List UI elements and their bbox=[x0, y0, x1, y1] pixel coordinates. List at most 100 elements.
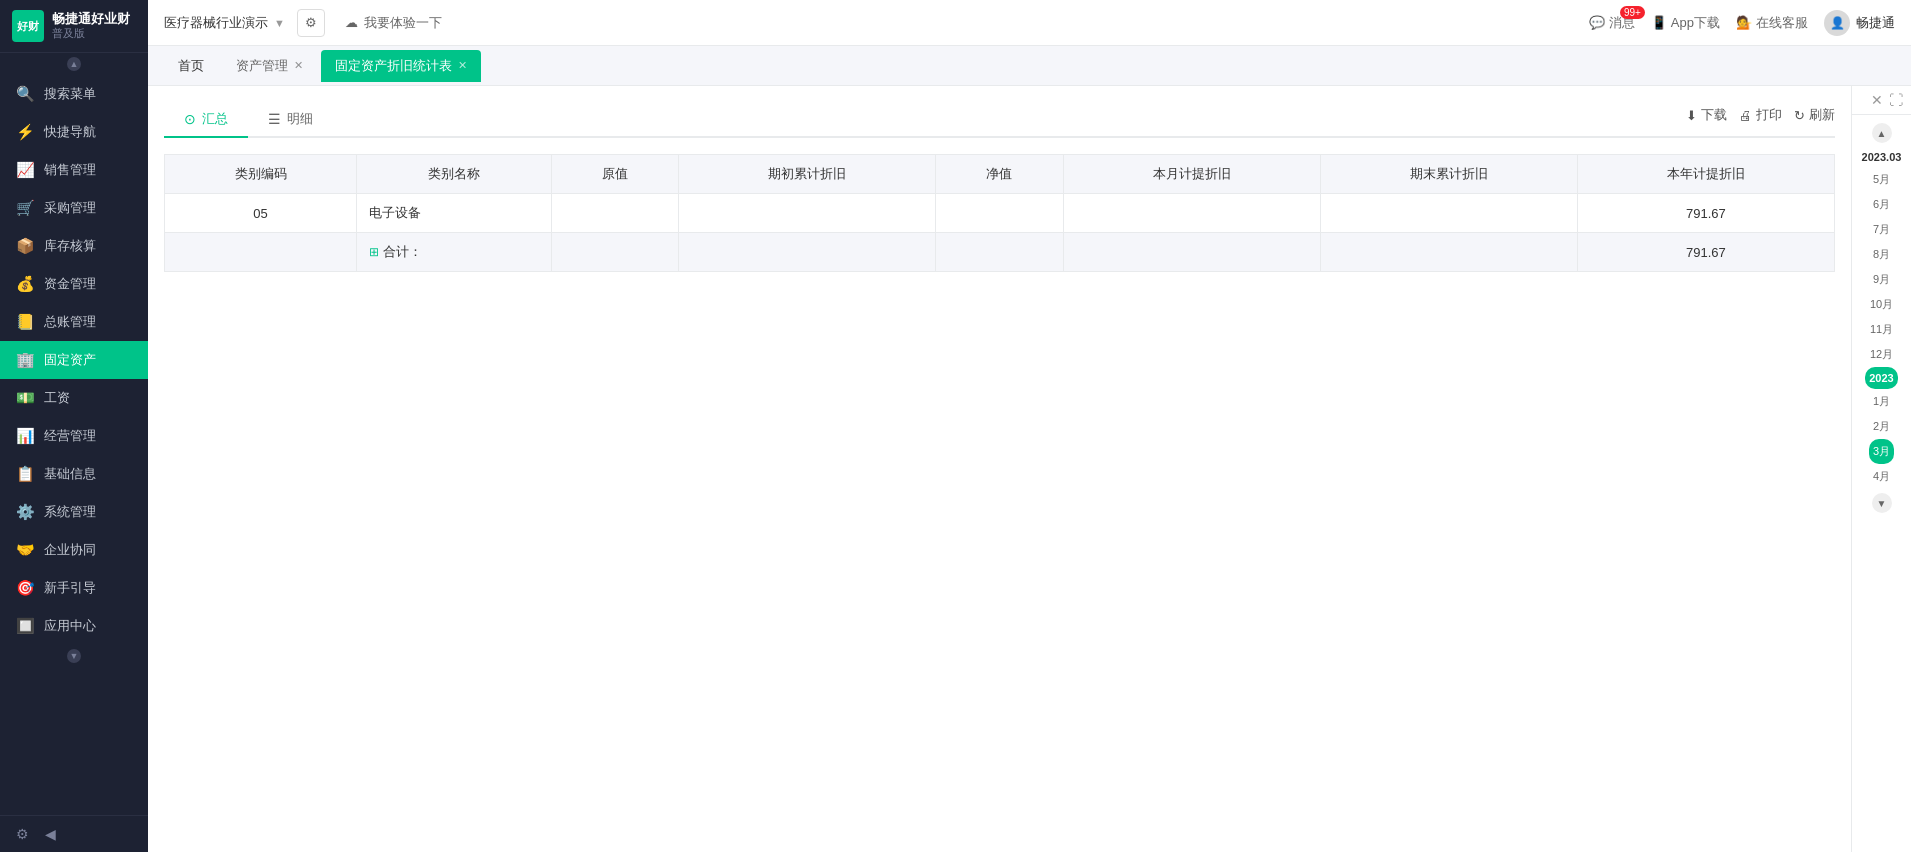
col-original: 原值 bbox=[551, 155, 678, 194]
timeline-scroll: ▲ 2023.03 5月 6月 7月 8月 9月 10月 bbox=[1852, 115, 1911, 852]
row-original bbox=[551, 194, 678, 233]
sidebar-item-basic-info[interactable]: 📋 基础信息 bbox=[0, 455, 148, 493]
settings-footer-icon[interactable]: ⚙ bbox=[16, 826, 29, 842]
tab-close-icon[interactable]: ✕ bbox=[294, 60, 303, 71]
ledger-icon: 📒 bbox=[16, 313, 34, 331]
sidebar-item-finance[interactable]: 💰 资金管理 bbox=[0, 265, 148, 303]
experience-icon: ☁ bbox=[345, 15, 358, 30]
col-annual-dep: 本年计提折旧 bbox=[1577, 155, 1834, 194]
print-button[interactable]: 🖨 打印 bbox=[1739, 106, 1782, 124]
sidebar-item-quick-nav[interactable]: ⚡ 快捷导航 bbox=[0, 113, 148, 151]
sidebar-item-label: 经营管理 bbox=[44, 427, 96, 445]
collapse-sidebar-icon[interactable]: ◀ bbox=[45, 826, 56, 842]
download-label: 下载 bbox=[1701, 106, 1727, 124]
subtab-detail-label: 明细 bbox=[287, 110, 313, 128]
sidebar: 好财 畅捷通好业财 普及版 ▲ 🔍 搜索菜单 ⚡ 快捷导航 📈 销售管理 🛒 采… bbox=[0, 0, 148, 852]
tab-asset-management[interactable]: 资产管理 ✕ bbox=[222, 50, 317, 82]
timeline-month-4[interactable]: 4月 bbox=[1869, 464, 1894, 489]
timeline-expand-icon[interactable]: ⛶ bbox=[1889, 92, 1903, 108]
timeline-year-label: 2023.03 bbox=[1862, 147, 1902, 167]
timeline-nav-up[interactable]: ▲ bbox=[1872, 123, 1892, 143]
inventory-icon: 📦 bbox=[16, 237, 34, 255]
tab-home[interactable]: 首页 bbox=[164, 50, 218, 82]
table-row: 05 电子设备 791.67 bbox=[165, 194, 1835, 233]
subtab-bar: ⊙ 汇总 ☰ 明细 ⬇ 下载 🖨 打印 bbox=[164, 102, 1835, 138]
sidebar-item-apps[interactable]: 🔲 应用中心 bbox=[0, 607, 148, 645]
tab-depreciation-label: 固定资产折旧统计表 bbox=[335, 57, 452, 75]
timeline-close-icon[interactable]: ✕ bbox=[1871, 92, 1883, 108]
timeline-month-7[interactable]: 7月 bbox=[1869, 217, 1894, 242]
month-5-label: 5月 bbox=[1873, 172, 1890, 187]
sidebar-item-cooperation[interactable]: 🤝 企业协同 bbox=[0, 531, 148, 569]
timeline-month-6[interactable]: 6月 bbox=[1869, 192, 1894, 217]
col-net-value: 净值 bbox=[936, 155, 1063, 194]
user-menu[interactable]: 👤 畅捷通 bbox=[1824, 10, 1895, 36]
timeline-year-2023[interactable]: 2023 bbox=[1865, 367, 1897, 389]
timeline-month-12[interactable]: 12月 bbox=[1866, 342, 1897, 367]
timeline-month-9[interactable]: 9月 bbox=[1869, 267, 1894, 292]
sidebar-nav: ▲ 🔍 搜索菜单 ⚡ 快捷导航 📈 销售管理 🛒 采购管理 📦 库存核算 💰 资… bbox=[0, 53, 148, 815]
sales-icon: 📈 bbox=[16, 161, 34, 179]
total-annual: 791.67 bbox=[1577, 233, 1834, 272]
timeline-month-2[interactable]: 2月 bbox=[1869, 414, 1894, 439]
sidebar-item-search[interactable]: 🔍 搜索菜单 bbox=[0, 75, 148, 113]
refresh-label: 刷新 bbox=[1809, 106, 1835, 124]
sidebar-item-sales[interactable]: 📈 销售管理 bbox=[0, 151, 148, 189]
row-code: 05 bbox=[165, 194, 357, 233]
sidebar-footer: ⚙ ◀ bbox=[0, 815, 148, 852]
timeline-month-8[interactable]: 8月 bbox=[1869, 242, 1894, 267]
app-download-label: App下载 bbox=[1671, 14, 1720, 32]
message-button[interactable]: 💬 消息 99+ bbox=[1589, 14, 1635, 32]
sidebar-item-guide[interactable]: 🎯 新手引导 bbox=[0, 569, 148, 607]
sidebar-item-operations[interactable]: 📊 经营管理 bbox=[0, 417, 148, 455]
company-selector[interactable]: 医疗器械行业演示 ▼ bbox=[164, 14, 285, 32]
month-3-label: 3月 bbox=[1873, 444, 1890, 459]
message-icon: 💬 bbox=[1589, 15, 1605, 30]
depreciation-table-container: 类别编码 类别名称 原值 期初累计折旧 净值 本月计提折旧 期末累计折旧 本年计… bbox=[164, 154, 1835, 836]
content-area: ⊙ 汇总 ☰ 明细 ⬇ 下载 🖨 打印 bbox=[148, 86, 1911, 852]
timeline-month-10[interactable]: 10月 bbox=[1866, 292, 1897, 317]
timeline-month-3-active[interactable]: 3月 bbox=[1869, 439, 1894, 464]
experience-button[interactable]: ☁ 我要体验一下 bbox=[345, 14, 442, 32]
app-name: 畅捷通好业财 bbox=[52, 11, 130, 27]
timeline-month-5[interactable]: 5月 bbox=[1869, 167, 1894, 192]
app-download-button[interactable]: 📱 App下载 bbox=[1651, 14, 1720, 32]
system-icon: ⚙️ bbox=[16, 503, 34, 521]
avatar: 👤 bbox=[1824, 10, 1850, 36]
sidebar-item-label: 销售管理 bbox=[44, 161, 96, 179]
subtab-detail[interactable]: ☰ 明细 bbox=[248, 102, 333, 138]
row-monthly bbox=[1063, 194, 1320, 233]
month-11-label: 11月 bbox=[1870, 322, 1893, 337]
tab-close-active-icon[interactable]: ✕ bbox=[458, 60, 467, 71]
total-initial-dep bbox=[679, 233, 936, 272]
timeline-month-11[interactable]: 11月 bbox=[1866, 317, 1897, 342]
sidebar-item-inventory[interactable]: 📦 库存核算 bbox=[0, 227, 148, 265]
sidebar-header: 好财 畅捷通好业财 普及版 bbox=[0, 0, 148, 53]
purchase-icon: 🛒 bbox=[16, 199, 34, 217]
timeline-month-1[interactable]: 1月 bbox=[1869, 389, 1894, 414]
print-icon: 🖨 bbox=[1739, 108, 1752, 123]
sidebar-item-label: 总账管理 bbox=[44, 313, 96, 331]
subtabs: ⊙ 汇总 ☰ 明细 bbox=[164, 102, 333, 136]
settings-button[interactable]: ⚙ bbox=[297, 9, 325, 37]
download-button[interactable]: ⬇ 下载 bbox=[1686, 106, 1727, 124]
month-4-label: 4月 bbox=[1873, 469, 1890, 484]
operations-icon: 📊 bbox=[16, 427, 34, 445]
timeline-nav-down[interactable]: ▼ bbox=[1872, 493, 1892, 513]
online-support-button[interactable]: 💁 在线客服 bbox=[1736, 14, 1808, 32]
subtab-summary[interactable]: ⊙ 汇总 bbox=[164, 102, 248, 138]
sidebar-scroll-up[interactable]: ▲ bbox=[67, 57, 81, 71]
refresh-button[interactable]: ↻ 刷新 bbox=[1794, 106, 1835, 124]
sidebar-item-system[interactable]: ⚙️ 系统管理 bbox=[0, 493, 148, 531]
sidebar-item-purchase[interactable]: 🛒 采购管理 bbox=[0, 189, 148, 227]
row-name: 电子设备 bbox=[357, 194, 552, 233]
total-final bbox=[1320, 233, 1577, 272]
payroll-icon: 💵 bbox=[16, 389, 34, 407]
detail-icon: ☰ bbox=[268, 111, 281, 127]
sidebar-item-ledger[interactable]: 📒 总账管理 bbox=[0, 303, 148, 341]
total-net bbox=[936, 233, 1063, 272]
tab-depreciation-report[interactable]: 固定资产折旧统计表 ✕ bbox=[321, 50, 481, 82]
sidebar-scroll-down[interactable]: ▼ bbox=[67, 649, 81, 663]
sidebar-item-payroll[interactable]: 💵 工资 bbox=[0, 379, 148, 417]
sidebar-item-fixed-assets[interactable]: 🏢 固定资产 bbox=[0, 341, 148, 379]
